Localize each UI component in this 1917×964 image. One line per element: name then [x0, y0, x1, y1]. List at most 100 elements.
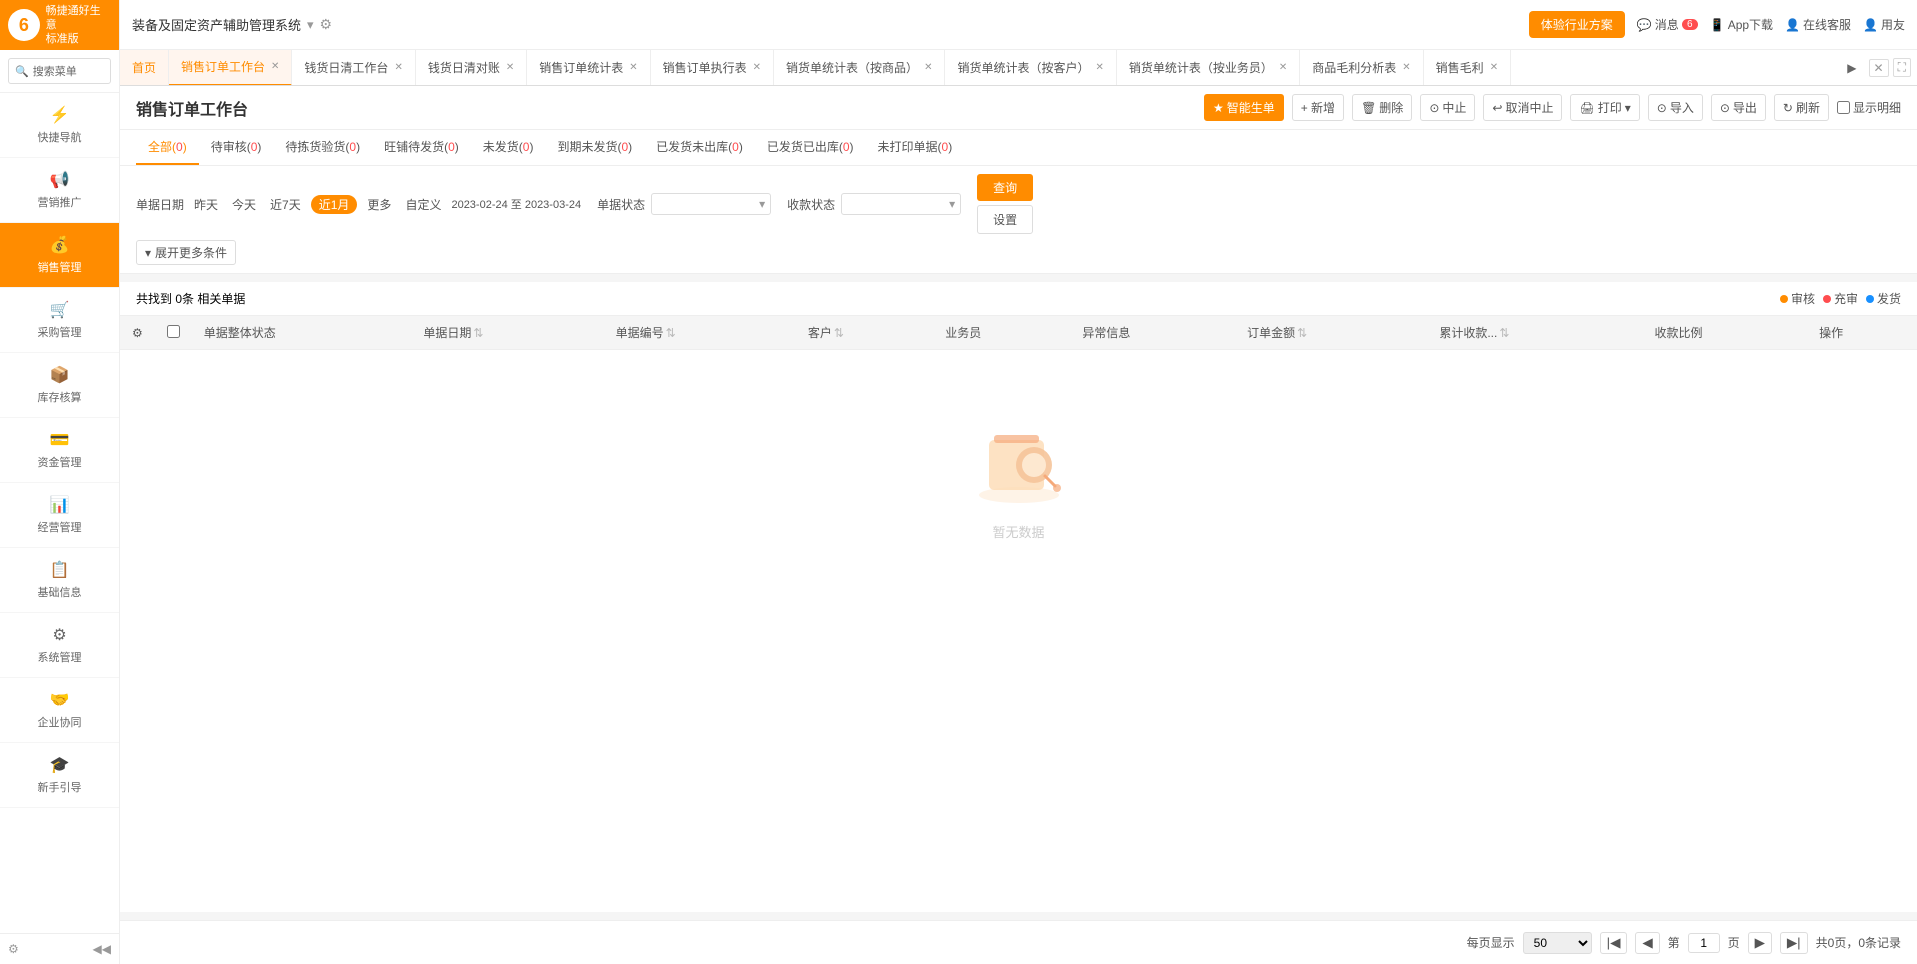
- settings-icon[interactable]: ⚙: [8, 942, 19, 956]
- download-btn[interactable]: 📱 App下载: [1710, 16, 1773, 33]
- tab-sales-summary-customer[interactable]: 销货单统计表（按客户）✕: [945, 50, 1116, 86]
- tab-close-sales-more[interactable]: ✕: [1490, 62, 1498, 73]
- date-opt-昨天[interactable]: 昨天: [190, 194, 222, 215]
- cancel-stop-btn[interactable]: ↩ 取消中止: [1483, 94, 1562, 121]
- tab-fullscreen-icon[interactable]: ⛶: [1893, 58, 1911, 77]
- tab-label-cash-reconcile: 钱货日清对账: [428, 59, 500, 76]
- tab-close-cash-daily[interactable]: ✕: [394, 62, 402, 73]
- print-btn[interactable]: 🖨 打印 ▾: [1570, 94, 1639, 121]
- sort-customer-icon[interactable]: ⇅: [834, 326, 844, 340]
- sub-tab-shipped-not-out[interactable]: 已发货未出库(0): [644, 130, 755, 165]
- tab-close-cash-reconcile[interactable]: ✕: [506, 62, 514, 73]
- date-opt-自定义[interactable]: 自定义: [401, 194, 445, 215]
- payment-select[interactable]: [841, 193, 961, 215]
- service-btn[interactable]: 👤 在线客服: [1785, 16, 1851, 33]
- tab-cash-daily[interactable]: 钱货日清工作台✕: [292, 50, 415, 86]
- expand-btn[interactable]: ▾ 展开更多条件: [136, 240, 236, 265]
- sidebar-item-guide[interactable]: 🎓新手引导: [0, 743, 119, 808]
- user-btn[interactable]: 👤 用友: [1863, 16, 1905, 33]
- tab-cash-reconcile[interactable]: 钱货日清对账 ✕: [416, 50, 527, 86]
- tab-close-sales-exec[interactable]: ✕: [753, 62, 761, 73]
- import-btn[interactable]: ⊙ 导入: [1648, 94, 1703, 121]
- nav-icon-enterprise: 🤝: [50, 690, 70, 710]
- tab-more-btn[interactable]: ▶: [1841, 61, 1862, 75]
- sort-amount-icon[interactable]: ⇅: [1297, 326, 1307, 340]
- smart-btn[interactable]: ★ 智能生单: [1204, 94, 1284, 121]
- col-no: 单据编号⇅: [604, 316, 796, 350]
- sort-date-icon[interactable]: ⇅: [473, 326, 483, 340]
- tab-sales-stat[interactable]: 销售订单统计表✕: [527, 50, 650, 86]
- date-opt-今天[interactable]: 今天: [228, 194, 260, 215]
- tab-home[interactable]: 首页: [120, 50, 169, 86]
- last-page-btn[interactable]: ▶|: [1780, 932, 1808, 954]
- page-input[interactable]: [1688, 933, 1720, 953]
- sort-collected-icon[interactable]: ⇅: [1499, 326, 1509, 340]
- sub-tab-shipped-out[interactable]: 已发货已出库(0): [755, 130, 866, 165]
- search-menu-btn[interactable]: 🔍 搜索菜单: [8, 58, 111, 84]
- sidebar-item-marketing[interactable]: 📢营销推广: [0, 158, 119, 223]
- query-btn[interactable]: 查询: [977, 174, 1033, 201]
- sub-tab-wangpu-pending[interactable]: 旺铺待发货(0): [372, 130, 471, 165]
- tab-sales-more[interactable]: 销售毛利✕: [1424, 50, 1511, 86]
- sidebar-search[interactable]: 🔍 搜索菜单: [0, 50, 119, 93]
- show-detail-input[interactable]: [1837, 101, 1850, 114]
- nav-label-operations: 经营管理: [38, 519, 82, 535]
- dropdown-icon[interactable]: ▾: [307, 17, 314, 33]
- add-btn[interactable]: + 新增: [1292, 94, 1344, 121]
- sidebar-item-enterprise[interactable]: 🤝企业协同: [0, 678, 119, 743]
- tab-close-sales-stat[interactable]: ✕: [629, 62, 637, 73]
- op-btn-审核[interactable]: 审核: [1780, 290, 1815, 307]
- date-opt-近1月[interactable]: 近1月: [311, 195, 358, 214]
- next-page-btn[interactable]: ▶: [1748, 932, 1772, 954]
- prev-page-btn[interactable]: ◀: [1635, 932, 1659, 954]
- date-opt-近7天[interactable]: 近7天: [266, 194, 305, 215]
- sidebar-item-quick-nav[interactable]: ⚡快捷导航: [0, 93, 119, 158]
- status-select[interactable]: [651, 193, 771, 215]
- message-btn[interactable]: 💬 消息 6: [1637, 16, 1698, 33]
- tab-sales-summary-product[interactable]: 销货单统计表（按商品）✕: [774, 50, 945, 86]
- refresh-btn[interactable]: ↻ 刷新: [1774, 94, 1829, 121]
- tab-sales-exec[interactable]: 销售订单执行表✕: [651, 50, 774, 86]
- show-detail-checkbox[interactable]: 显示明细: [1837, 99, 1901, 116]
- col-settings[interactable]: ⚙: [120, 316, 155, 350]
- tab-sales-summary-staff[interactable]: 销货单统计表（按业务员）✕: [1117, 50, 1300, 86]
- tab-close-sales-workbench[interactable]: ✕: [271, 61, 279, 72]
- sidebar-item-finance[interactable]: 💳资金管理: [0, 418, 119, 483]
- settings-icon[interactable]: ⚙: [320, 16, 333, 33]
- tab-close-gross-profit[interactable]: ✕: [1402, 62, 1410, 73]
- sub-tab-expired-not-shipped[interactable]: 到期未发货(0): [545, 130, 644, 165]
- select-all-checkbox[interactable]: [167, 325, 180, 338]
- sort-no-icon[interactable]: ⇅: [666, 326, 676, 340]
- sub-tab-not-printed[interactable]: 未打印单据(0): [866, 130, 965, 165]
- date-opt-更多[interactable]: 更多: [363, 194, 395, 215]
- tab-gross-profit[interactable]: 商品毛利分析表✕: [1300, 50, 1423, 86]
- solution-btn[interactable]: 体验行业方案: [1529, 11, 1625, 38]
- sidebar-item-operations[interactable]: 📊经营管理: [0, 483, 119, 548]
- sidebar-item-purchase[interactable]: 🛒采购管理: [0, 288, 119, 353]
- op-btn-发货[interactable]: 发货: [1866, 290, 1901, 307]
- col-checkbox[interactable]: [155, 316, 192, 350]
- delete-btn[interactable]: 🗑 删除: [1352, 94, 1412, 121]
- sidebar-item-sales[interactable]: 💰销售管理: [0, 223, 119, 288]
- set-btn[interactable]: 设置: [977, 205, 1033, 234]
- tab-close-all-icon[interactable]: ✕: [1869, 59, 1889, 77]
- tab-close-sales-summary-customer[interactable]: ✕: [1095, 62, 1103, 73]
- sub-tab-all[interactable]: 全部(0): [136, 130, 199, 165]
- tab-close-sales-summary-product[interactable]: ✕: [924, 62, 932, 73]
- sub-tab-pending-inspect[interactable]: 待拣货验货(0): [273, 130, 372, 165]
- sidebar-item-system[interactable]: ⚙系统管理: [0, 613, 119, 678]
- nav-icon-guide: 🎓: [50, 755, 70, 775]
- collapse-icon[interactable]: ◀◀: [93, 942, 111, 956]
- sidebar-item-inventory[interactable]: 📦库存核算: [0, 353, 119, 418]
- export-btn[interactable]: ⊙ 导出: [1711, 94, 1766, 121]
- tab-close-sales-summary-staff[interactable]: ✕: [1279, 62, 1287, 73]
- col-collected: 累计收款...⇅: [1427, 316, 1642, 350]
- sidebar-item-basic[interactable]: 📋基础信息: [0, 548, 119, 613]
- first-page-btn[interactable]: |◀: [1600, 932, 1628, 954]
- stop-btn[interactable]: ⊙ 中止: [1420, 94, 1475, 121]
- tab-sales-workbench[interactable]: 销售订单工作台✕: [169, 50, 292, 86]
- sub-tab-pending-review[interactable]: 待审核(0): [199, 130, 274, 165]
- op-btn-充审[interactable]: 充审: [1823, 290, 1858, 307]
- sub-tab-not-shipped[interactable]: 未发货(0): [471, 130, 546, 165]
- page-size-select[interactable]: 50 10 20 100: [1523, 932, 1592, 954]
